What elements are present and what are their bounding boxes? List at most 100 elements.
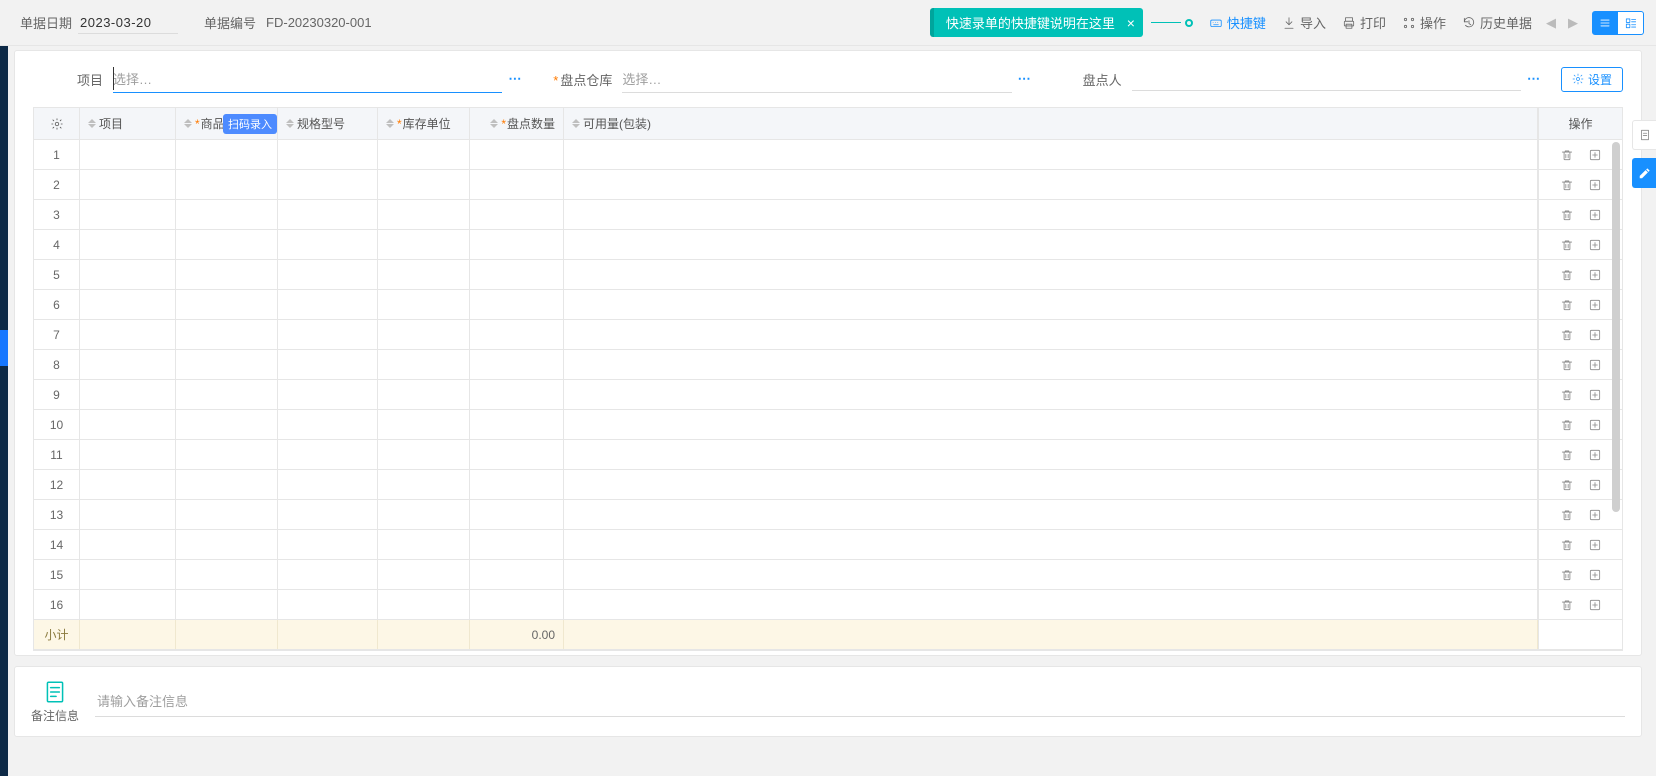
person-input[interactable] <box>1132 67 1521 91</box>
add-row-button[interactable] <box>1588 418 1602 432</box>
cell-spec[interactable] <box>278 230 378 259</box>
delete-row-button[interactable] <box>1560 178 1574 192</box>
delete-row-button[interactable] <box>1560 538 1574 552</box>
delete-row-button[interactable] <box>1560 328 1574 342</box>
cell-qty[interactable] <box>470 380 564 409</box>
cell-product[interactable] <box>176 590 278 619</box>
print-button[interactable]: 打印 <box>1336 9 1392 36</box>
col-unit[interactable]: *库存单位 <box>378 108 470 139</box>
cell-product[interactable] <box>176 380 278 409</box>
cell-qty[interactable] <box>470 560 564 589</box>
cell-product[interactable] <box>176 230 278 259</box>
cell-unit[interactable] <box>378 230 470 259</box>
cell-qty[interactable] <box>470 260 564 289</box>
delete-row-button[interactable] <box>1560 208 1574 222</box>
table-row[interactable]: 13 <box>34 500 1538 530</box>
close-icon[interactable]: × <box>1127 16 1135 30</box>
col-qty[interactable]: *盘点数量 <box>470 108 564 139</box>
delete-row-button[interactable] <box>1560 148 1574 162</box>
delete-row-button[interactable] <box>1560 568 1574 582</box>
cell-unit[interactable] <box>378 470 470 499</box>
table-row[interactable]: 10 <box>34 410 1538 440</box>
cell-product[interactable] <box>176 200 278 229</box>
cell-product[interactable] <box>176 350 278 379</box>
scan-entry-button[interactable]: 扫码录入 <box>223 114 277 134</box>
cell-avail[interactable] <box>564 410 1538 439</box>
col-product[interactable]: *商品 扫码录入 <box>176 108 278 139</box>
cell-avail[interactable] <box>564 320 1538 349</box>
cell-unit[interactable] <box>378 290 470 319</box>
scrollbar-thumb[interactable] <box>1612 142 1620 512</box>
table-row[interactable]: 12 <box>34 470 1538 500</box>
cell-unit[interactable] <box>378 410 470 439</box>
cell-spec[interactable] <box>278 530 378 559</box>
cell-qty[interactable] <box>470 530 564 559</box>
warehouse-input[interactable]: 选择… <box>622 65 1011 93</box>
cell-qty[interactable] <box>470 200 564 229</box>
add-row-button[interactable] <box>1588 478 1602 492</box>
add-row-button[interactable] <box>1588 538 1602 552</box>
cell-spec[interactable] <box>278 350 378 379</box>
cell-product[interactable] <box>176 410 278 439</box>
table-row[interactable]: 15 <box>34 560 1538 590</box>
table-row[interactable]: 11 <box>34 440 1538 470</box>
table-row[interactable]: 8 <box>34 350 1538 380</box>
delete-row-button[interactable] <box>1560 358 1574 372</box>
cell-avail[interactable] <box>564 500 1538 529</box>
cell-unit[interactable] <box>378 170 470 199</box>
add-row-button[interactable] <box>1588 298 1602 312</box>
history-button[interactable]: 历史单据 <box>1456 9 1538 36</box>
cell-project[interactable] <box>80 590 176 619</box>
cell-avail[interactable] <box>564 380 1538 409</box>
cell-spec[interactable] <box>278 410 378 439</box>
table-row[interactable]: 5 <box>34 260 1538 290</box>
cell-unit[interactable] <box>378 380 470 409</box>
cell-project[interactable] <box>80 170 176 199</box>
column-config-button[interactable] <box>34 108 80 139</box>
cell-avail[interactable] <box>564 440 1538 469</box>
settings-button[interactable]: 设置 <box>1561 67 1623 92</box>
cell-unit[interactable] <box>378 590 470 619</box>
delete-row-button[interactable] <box>1560 448 1574 462</box>
add-row-button[interactable] <box>1588 448 1602 462</box>
cell-avail[interactable] <box>564 200 1538 229</box>
table-row[interactable]: 6 <box>34 290 1538 320</box>
cell-project[interactable] <box>80 560 176 589</box>
cell-project[interactable] <box>80 230 176 259</box>
add-row-button[interactable] <box>1588 388 1602 402</box>
project-field[interactable]: 项目 选择… ⋯ <box>33 65 522 93</box>
warehouse-field[interactable]: 盘点仓库 选择… ⋯ <box>542 65 1031 93</box>
add-row-button[interactable] <box>1588 598 1602 612</box>
add-row-button[interactable] <box>1588 178 1602 192</box>
cell-spec[interactable] <box>278 140 378 169</box>
cell-unit[interactable] <box>378 320 470 349</box>
cell-product[interactable] <box>176 470 278 499</box>
delete-row-button[interactable] <box>1560 298 1574 312</box>
date-input[interactable]: 2023-03-20 <box>78 12 178 34</box>
operate-button[interactable]: 操作 <box>1396 9 1452 36</box>
cell-unit[interactable] <box>378 260 470 289</box>
delete-row-button[interactable] <box>1560 418 1574 432</box>
add-row-button[interactable] <box>1588 508 1602 522</box>
rail-button-2[interactable] <box>1632 158 1656 188</box>
cell-avail[interactable] <box>564 350 1538 379</box>
cell-qty[interactable] <box>470 140 564 169</box>
cell-avail[interactable] <box>564 560 1538 589</box>
add-row-button[interactable] <box>1588 568 1602 582</box>
cell-product[interactable] <box>176 170 278 199</box>
cell-project[interactable] <box>80 350 176 379</box>
cell-spec[interactable] <box>278 380 378 409</box>
cell-product[interactable] <box>176 440 278 469</box>
view-card-button[interactable] <box>1618 11 1644 35</box>
table-row[interactable]: 1 <box>34 140 1538 170</box>
next-button[interactable]: ▶ <box>1564 11 1582 35</box>
cell-qty[interactable] <box>470 470 564 499</box>
col-avail[interactable]: 可用量(包装) <box>564 108 1538 139</box>
cell-qty[interactable] <box>470 410 564 439</box>
table-row[interactable]: 9 <box>34 380 1538 410</box>
cell-avail[interactable] <box>564 290 1538 319</box>
import-button[interactable]: 导入 <box>1276 9 1332 36</box>
table-row[interactable]: 7 <box>34 320 1538 350</box>
cell-product[interactable] <box>176 560 278 589</box>
add-row-button[interactable] <box>1588 358 1602 372</box>
